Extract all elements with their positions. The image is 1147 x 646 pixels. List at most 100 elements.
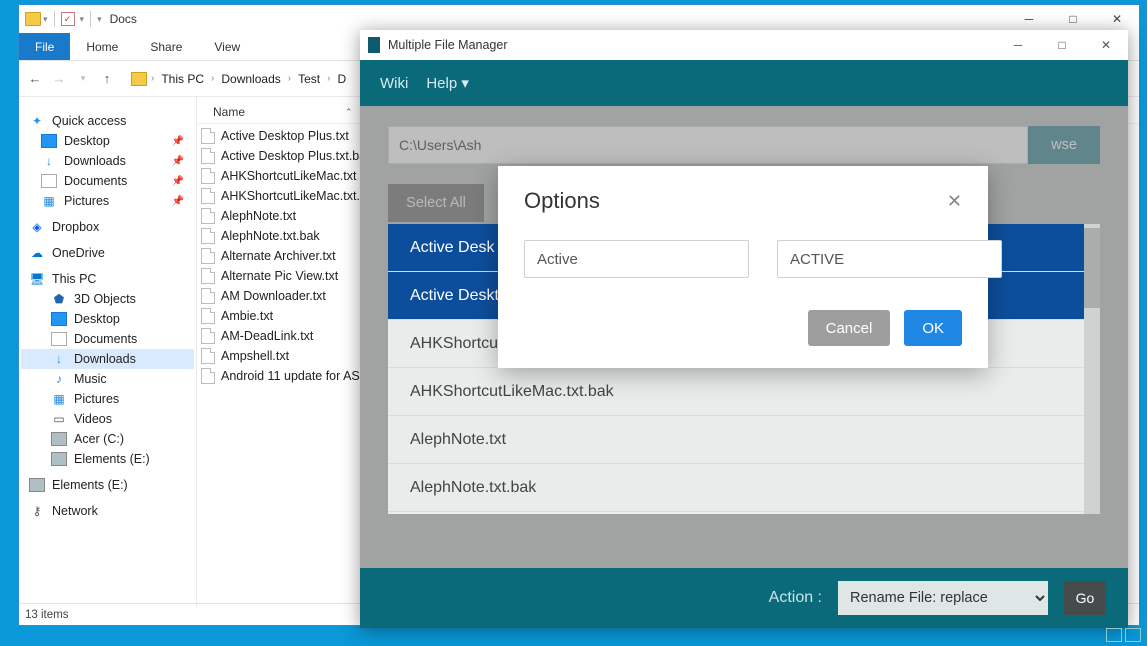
folder-icon	[131, 72, 147, 86]
go-label: Go	[1076, 590, 1095, 606]
tab-home[interactable]: Home	[70, 33, 134, 60]
minimize-button[interactable]: ─	[1007, 5, 1051, 33]
pin-icon: 📌	[172, 156, 184, 167]
find-input[interactable]	[524, 240, 749, 278]
tab-file[interactable]: File	[19, 33, 70, 60]
close-button[interactable]: ✕	[1095, 5, 1139, 33]
folder-icon	[25, 12, 41, 26]
breadcrumb[interactable]: › This PC › Downloads › Test › D	[131, 72, 349, 86]
file-icon	[201, 248, 215, 264]
system-tray	[1106, 626, 1141, 644]
sidebar-onedrive[interactable]: ☁OneDrive	[21, 243, 194, 263]
scrollbar-thumb[interactable]	[1084, 228, 1100, 308]
mfm-maximize-button[interactable]: □	[1040, 30, 1084, 60]
sidebar-videos[interactable]: ▭Videos	[21, 409, 194, 429]
file-name: Active Desktop Plus.txt.bak	[221, 149, 372, 163]
tray-icon[interactable]	[1125, 628, 1141, 642]
crumb-segment[interactable]: This PC	[158, 72, 207, 86]
file-icon	[201, 268, 215, 284]
file-name: AlephNote.txt	[221, 209, 296, 223]
sidebar-item-label: Acer (C:)	[74, 432, 124, 446]
sidebar-item-label: Elements (E:)	[74, 452, 150, 466]
sidebar-item-label: Documents	[74, 332, 137, 346]
sort-caret-icon: ⌃	[345, 107, 353, 118]
file-icon	[201, 328, 215, 344]
sidebar-downloads[interactable]: ↓Downloads📌	[21, 151, 194, 171]
tray-icon[interactable]	[1106, 628, 1122, 642]
pin-icon: 📌	[172, 176, 184, 187]
mfm-list-row[interactable]: AlephNote.txt	[388, 416, 1100, 464]
ok-button[interactable]: OK	[904, 310, 962, 346]
forward-button[interactable]: →	[49, 69, 69, 89]
file-icon	[201, 208, 215, 224]
sidebar-network[interactable]: ⚷Network	[21, 501, 194, 521]
file-name: AlephNote.txt.bak	[221, 229, 320, 243]
sidebar-drive-e[interactable]: Elements (E:)	[21, 449, 194, 469]
modal-close-button[interactable]: ✕	[947, 191, 962, 212]
modal-title: Options	[524, 188, 600, 214]
checkbox-icon[interactable]: ✓	[61, 12, 75, 26]
sidebar-3d-objects[interactable]: ⬟3D Objects	[21, 289, 194, 309]
mfm-minimize-button[interactable]: ─	[996, 30, 1040, 60]
tab-share[interactable]: Share	[134, 33, 198, 60]
sidebar-drive-e2[interactable]: Elements (E:)	[21, 475, 194, 495]
sidebar-pictures[interactable]: ▦Pictures📌	[21, 191, 194, 211]
sidebar-item-label: Videos	[74, 412, 112, 426]
sidebar-desktop2[interactable]: Desktop	[21, 309, 194, 329]
sidebar-item-label: Documents	[64, 174, 127, 188]
sidebar-pictures2[interactable]: ▦Pictures	[21, 389, 194, 409]
sidebar-this-pc[interactable]: 🖥This PC	[21, 269, 194, 289]
sidebar-item-label: Elements (E:)	[52, 478, 128, 492]
sidebar-downloads2[interactable]: ↓Downloads	[21, 349, 194, 369]
mfm-title-label: Multiple File Manager	[388, 38, 508, 52]
sidebar-item-label: Music	[74, 372, 107, 386]
pin-icon: 📌	[172, 136, 184, 147]
mfm-logo-icon	[368, 37, 380, 53]
sidebar-item-label: Pictures	[74, 392, 119, 406]
sidebar-item-label: Downloads	[74, 352, 136, 366]
mfm-content: wse Select All Active DeskActive Desktop…	[360, 106, 1128, 568]
options-modal: Options ✕ Cancel OK	[498, 166, 988, 368]
file-icon	[201, 188, 215, 204]
scrollbar[interactable]	[1084, 224, 1100, 514]
status-item-count: 13 items	[25, 609, 68, 621]
sidebar-item-label: This PC	[52, 272, 96, 286]
sidebar-desktop[interactable]: Desktop📌	[21, 131, 194, 151]
history-dropdown[interactable]: ▾	[73, 69, 93, 89]
mfm-footer: Action : Rename File: replace Go	[360, 568, 1128, 628]
sidebar-music[interactable]: ♪Music	[21, 369, 194, 389]
file-name: AM Downloader.txt	[221, 289, 326, 303]
overflow-icon[interactable]: ▾	[97, 14, 102, 25]
sidebar-item-label: Downloads	[64, 154, 126, 168]
action-select[interactable]: Rename File: replace	[838, 581, 1048, 615]
replace-input[interactable]	[777, 240, 1002, 278]
menu-help[interactable]: Help ▾	[426, 74, 469, 92]
crumb-segment[interactable]: Downloads	[218, 72, 283, 86]
maximize-button[interactable]: □	[1051, 5, 1095, 33]
up-button[interactable]: ↑	[97, 69, 117, 89]
sidebar-item-label: Desktop	[74, 312, 120, 326]
sidebar-item-label: OneDrive	[52, 246, 105, 260]
qat-dropdown2-icon[interactable]: ▾	[80, 14, 85, 25]
tab-view[interactable]: View	[198, 33, 256, 60]
crumb-segment[interactable]: Test	[295, 72, 323, 86]
file-name: Alternate Archiver.txt	[221, 249, 336, 263]
mfm-list-row[interactable]: AlephNote.txt.bak	[388, 464, 1100, 512]
sidebar-dropbox[interactable]: ◈Dropbox	[21, 217, 194, 237]
mfm-close-button[interactable]: ✕	[1084, 30, 1128, 60]
sidebar-quick-access[interactable]: ✦Quick access	[21, 111, 194, 131]
action-label: Action :	[769, 589, 822, 607]
sidebar-drive-c[interactable]: Acer (C:)	[21, 429, 194, 449]
sidebar-item-label: Quick access	[52, 114, 126, 128]
crumb-segment[interactable]: D	[334, 72, 349, 86]
back-button[interactable]: ←	[25, 69, 45, 89]
sidebar-documents2[interactable]: Documents	[21, 329, 194, 349]
mfm-list-row[interactable]: AHKShortcutLikeMac.txt.bak	[388, 368, 1100, 416]
qat-dropdown-icon[interactable]: ▾	[43, 14, 48, 25]
cancel-button[interactable]: Cancel	[808, 310, 891, 346]
file-name: Ampshell.txt	[221, 349, 289, 363]
explorer-title: Docs	[110, 12, 137, 26]
menu-wiki[interactable]: Wiki	[380, 75, 408, 92]
go-button[interactable]: Go	[1064, 581, 1106, 615]
sidebar-documents[interactable]: Documents 📌	[21, 171, 194, 191]
